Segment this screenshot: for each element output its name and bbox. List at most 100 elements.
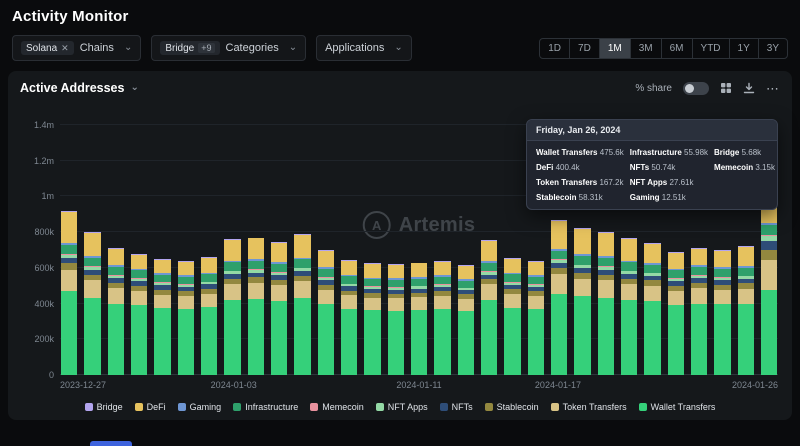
- segment-defi: [200, 258, 218, 273]
- bar-2024-01-14[interactable]: [480, 125, 498, 375]
- grid-view-icon[interactable]: [720, 82, 732, 94]
- time-range-ytd[interactable]: YTD: [693, 38, 730, 58]
- legend-swatch: [177, 403, 186, 411]
- bar-2024-01-07[interactable]: [317, 125, 334, 375]
- bar-2024-01-08[interactable]: [340, 125, 358, 375]
- segment-infrastructure: [387, 279, 404, 287]
- legend-swatch: [550, 403, 559, 411]
- segment-token-transfers: [504, 294, 521, 308]
- segment-wallet-transfers: [667, 305, 684, 375]
- y-axis-label: 1m: [41, 191, 54, 202]
- bar-2024-01-02[interactable]: [200, 125, 218, 375]
- bar-2024-01-13[interactable]: [457, 125, 474, 375]
- segment-wallet-transfers: [597, 298, 614, 375]
- x-axis-label: 2024-01-17: [534, 380, 581, 390]
- time-range-1d[interactable]: 1D: [540, 38, 571, 58]
- applications-filter-dropdown[interactable]: Applications ⌄: [316, 35, 412, 61]
- time-range-6m[interactable]: 6M: [662, 38, 693, 58]
- share-toggle[interactable]: [683, 81, 709, 95]
- segment-infrastructure: [667, 270, 684, 279]
- download-icon[interactable]: [743, 82, 755, 94]
- legend-label: Token Transfers: [562, 402, 627, 412]
- segment-infrastructure: [434, 277, 451, 285]
- bar-2023-12-28[interactable]: [84, 125, 101, 375]
- chain-chip-solana[interactable]: Solana ✕: [21, 41, 74, 55]
- segment-infrastructure: [737, 267, 754, 276]
- legend-token-transfers[interactable]: Token Transfers: [550, 402, 627, 412]
- segment-token-transfers: [667, 290, 684, 305]
- bar-2024-01-09[interactable]: [364, 125, 381, 375]
- chart-legend: Bridge DeFi Gaming Infrastructure Memecoin NF…: [20, 402, 780, 412]
- segment-token-transfers: [224, 283, 241, 300]
- segment-token-transfers: [154, 294, 171, 309]
- segment-defi: [480, 241, 498, 262]
- bar-2023-12-30[interactable]: [130, 125, 148, 375]
- y-axis-label: 1.2m: [33, 155, 54, 166]
- page-title: Activity Monitor: [12, 8, 129, 25]
- bar-2024-01-12[interactable]: [434, 125, 451, 375]
- segment-defi: [550, 220, 568, 249]
- tooltip-column: Bridge 5.68k Memecoin 3.15k: [714, 148, 775, 202]
- segment-wallet-transfers: [130, 305, 148, 375]
- segment-infrastructure: [61, 245, 78, 254]
- segment-infrastructure: [84, 257, 101, 267]
- time-range-1y[interactable]: 1Y: [730, 38, 759, 58]
- tooltip-row-gaming: Gaming 12.51k: [629, 193, 686, 202]
- category-chip-bridge[interactable]: Bridge +9: [160, 41, 220, 55]
- legend-gaming[interactable]: Gaming: [177, 402, 221, 412]
- bar-2024-01-04[interactable]: [247, 125, 264, 375]
- segment-token-transfers: [84, 280, 101, 299]
- legend-nfts[interactable]: NFTs: [439, 402, 473, 412]
- segment-infrastructure: [620, 262, 638, 271]
- time-range-1m[interactable]: 1M: [599, 38, 631, 58]
- segment-defi: [527, 261, 544, 276]
- categories-filter-dropdown[interactable]: Bridge +9 Categories ⌄: [151, 35, 307, 61]
- bar-2024-01-01[interactable]: [177, 125, 194, 375]
- legend-defi[interactable]: DeFi: [134, 402, 166, 412]
- legend-stablecoin[interactable]: Stablecoin: [484, 402, 539, 412]
- bar-2024-01-10[interactable]: [387, 125, 404, 375]
- segment-token-transfers: [574, 278, 591, 297]
- remove-chain-icon[interactable]: ✕: [61, 43, 69, 54]
- chains-filter-dropdown[interactable]: Solana ✕ Chains ⌄: [12, 35, 142, 61]
- y-axis-label: 400k: [34, 298, 54, 309]
- segment-defi: [597, 233, 614, 256]
- segment-token-transfers: [760, 260, 778, 291]
- legend-infrastructure[interactable]: Infrastructure: [233, 402, 298, 412]
- segment-token-transfers: [270, 285, 288, 301]
- chevron-down-icon: ⌄: [288, 42, 298, 53]
- x-axis-label: 2024-01-03: [210, 380, 257, 390]
- segment-defi: [107, 249, 124, 266]
- segment-defi: [504, 258, 521, 273]
- segment-infrastructure: [294, 259, 311, 268]
- y-axis-label: 800k: [34, 227, 54, 238]
- tooltip-body: Wallet Transfers 475.6k DeFi 400.4k Token …: [527, 141, 777, 209]
- bar-2024-01-03[interactable]: [224, 125, 241, 375]
- segment-infrastructure: [574, 256, 591, 265]
- bar-2024-01-15[interactable]: [504, 125, 521, 375]
- segment-infrastructure: [224, 262, 241, 271]
- time-range-7d[interactable]: 7D: [570, 38, 600, 58]
- bar-2024-01-06[interactable]: [294, 125, 311, 375]
- segment-defi: [737, 247, 754, 267]
- segment-infrastructure: [760, 225, 778, 236]
- bar-2023-12-31[interactable]: [154, 125, 171, 375]
- segment-infrastructure: [270, 264, 288, 273]
- legend-wallet-transfers[interactable]: Wallet Transfers: [638, 402, 715, 412]
- segment-token-transfers: [550, 274, 568, 294]
- legend-nft-apps[interactable]: NFT Apps: [375, 402, 428, 412]
- time-range-3y[interactable]: 3Y: [759, 39, 787, 58]
- legend-label: NFTs: [451, 402, 473, 412]
- y-axis-label: 600k: [34, 262, 54, 273]
- bar-2024-01-11[interactable]: [410, 125, 428, 375]
- segment-token-transfers: [527, 296, 544, 309]
- more-options-icon[interactable]: ⋯: [766, 82, 780, 95]
- segment-infrastructure: [644, 264, 661, 273]
- bar-2024-01-05[interactable]: [270, 125, 288, 375]
- legend-memecoin[interactable]: Memecoin: [310, 402, 364, 412]
- time-range-3m[interactable]: 3M: [631, 38, 662, 58]
- bar-2023-12-29[interactable]: [107, 125, 124, 375]
- metric-selector[interactable]: Active Addresses ⌄: [20, 81, 139, 95]
- bar-2023-12-27[interactable]: [61, 125, 78, 375]
- legend-bridge[interactable]: Bridge: [84, 402, 123, 412]
